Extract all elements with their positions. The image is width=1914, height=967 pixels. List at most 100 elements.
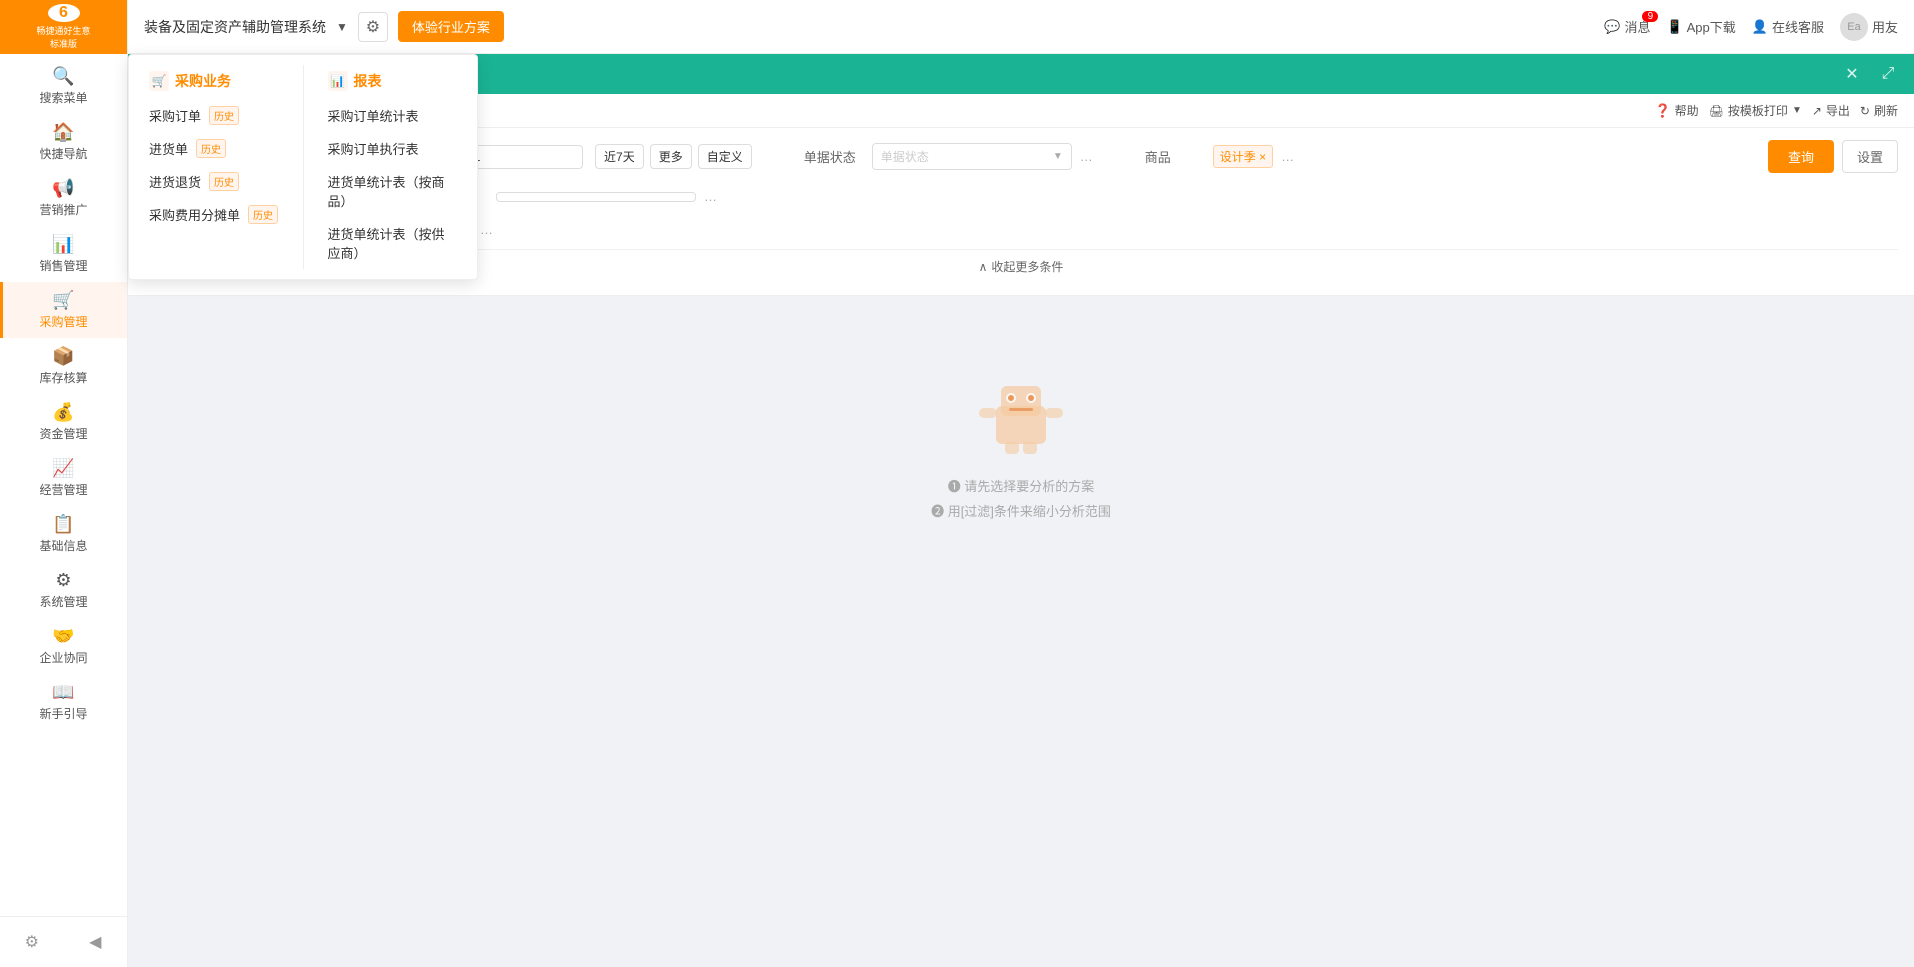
- purchase-order-exec-label: 采购订单执行表: [328, 139, 419, 158]
- filter-toolbar-right: ❓ 帮助 🖨 按模板打印 ▼ ↗ 导出 ↻ 刷新: [1654, 102, 1898, 119]
- finance-icon: 💰: [52, 402, 74, 423]
- dropdown-col-purchase: 🛒 采购业务 采购订单 历史 进货单 历史 进货退货 历史 采购费用分摊单 历史: [129, 65, 299, 269]
- sidebar-label-enterprise: 企业协同: [39, 649, 87, 666]
- sidebar: 6 畅捷通好生意 标准版 🔍 搜索菜单 🏠 快捷导航 📢 营销推广 📊 销售管理…: [0, 0, 128, 967]
- tabbar-right: ✕ ⤢: [1838, 60, 1914, 88]
- topbar-title: 装备及固定资产辅助管理系统: [144, 17, 326, 37]
- sidebar-item-enterprise[interactable]: 🤝 企业协同: [0, 618, 127, 674]
- return-label: 进货退货: [149, 172, 201, 191]
- goods-tag-design[interactable]: 设计季 ×: [1213, 145, 1273, 168]
- dropdown-divider: [303, 65, 304, 269]
- sales-icon: 📊: [52, 234, 74, 255]
- empty-hint2: ❷ 用[过滤]条件来缩小分析范围: [931, 501, 1111, 520]
- inbound-stats-supplier-label: 进货单统计表（按供应商）: [328, 224, 458, 262]
- sidebar-nav: 🔍 搜索菜单 🏠 快捷导航 📢 营销推广 📊 销售管理 🛒 采购管理 📦 库存核…: [0, 54, 127, 916]
- print-btn[interactable]: 🖨 按模板打印 ▼: [1709, 102, 1802, 119]
- guide-icon: 📖: [52, 682, 74, 703]
- sidebar-collapse-btn[interactable]: ◀: [80, 927, 110, 957]
- status-select[interactable]: 单据状态 ▼: [872, 143, 1072, 170]
- sidebar-item-finance[interactable]: 💰 资金管理: [0, 394, 127, 450]
- dropdown-purchase-order[interactable]: 采购订单 历史: [139, 99, 289, 132]
- dropdown-col-report: 📊 报表 采购订单统计表 采购订单执行表 进货单统计表（按商品） 进货单统计表（…: [308, 65, 478, 269]
- help-icon: ❓: [1654, 103, 1670, 119]
- print-arrow-icon: ▼: [1792, 105, 1802, 116]
- service-icon: 👤: [1752, 19, 1768, 35]
- sidebar-item-system[interactable]: ⚙ 系统管理: [0, 562, 127, 618]
- staff-select[interactable]: [496, 192, 696, 202]
- user-btn[interactable]: Ea 用友: [1840, 13, 1898, 41]
- quick-custom-btn[interactable]: 自定义: [698, 144, 752, 169]
- sidebar-item-sales[interactable]: 📊 销售管理: [0, 226, 127, 282]
- inbound-stats-goods-label: 进货单统计表（按商品）: [328, 172, 458, 210]
- basic-info-icon: 📋: [52, 514, 74, 535]
- app-download-btn[interactable]: 📱 App下载: [1666, 17, 1735, 36]
- sidebar-label-guide: 新手引导: [39, 705, 87, 722]
- customer-more-btn[interactable]: …: [480, 222, 493, 237]
- search-icon: 🔍: [52, 66, 74, 87]
- sidebar-item-basic-info[interactable]: 📋 基础信息: [0, 506, 127, 562]
- goods-label: 商品: [1145, 147, 1205, 166]
- user-avatar: Ea: [1840, 13, 1868, 41]
- quick-date-btns: 近7天 更多 自定义: [595, 144, 752, 169]
- help-btn[interactable]: ❓ 帮助: [1654, 102, 1698, 119]
- sidebar-item-search[interactable]: 🔍 搜索菜单: [0, 58, 127, 114]
- sidebar-settings-btn[interactable]: ⚙: [17, 927, 47, 957]
- status-more-btn[interactable]: …: [1080, 149, 1093, 164]
- print-icon: 🖨: [1709, 104, 1724, 118]
- industry-btn[interactable]: 体验行业方案: [398, 11, 504, 42]
- purchase-order-label: 采购订单: [149, 106, 201, 125]
- dropdown-return[interactable]: 进货退货 历史: [139, 165, 289, 198]
- sidebar-item-purchase[interactable]: 🛒 采购管理: [0, 282, 127, 338]
- dropdown-inbound-stats-supplier[interactable]: 进货单统计表（按供应商）: [318, 217, 468, 269]
- empty-state: ❶ 请先选择要分析的方案 ❷ 用[过滤]条件来缩小分析范围: [128, 296, 1914, 606]
- messages-btn[interactable]: 💬 消息 9: [1604, 17, 1650, 36]
- dropdown-expense[interactable]: 采购费用分摊单 历史: [139, 198, 289, 231]
- settings-btn[interactable]: 设置: [1842, 140, 1898, 173]
- message-icon: 💬: [1604, 19, 1620, 35]
- dropdown-inbound-stats-goods[interactable]: 进货单统计表（按商品）: [318, 165, 468, 217]
- online-service-btn[interactable]: 👤 在线客服: [1752, 17, 1824, 36]
- expense-label: 采购费用分摊单: [149, 205, 240, 224]
- report-col-title: 报表: [354, 71, 382, 91]
- collapse-icon: ∧: [979, 260, 988, 274]
- sidebar-item-marketing[interactable]: 📢 营销推广: [0, 170, 127, 226]
- quick-7days-btn[interactable]: 近7天: [595, 144, 644, 169]
- dropdown-purchase-order-stats[interactable]: 采购订单统计表: [318, 99, 468, 132]
- sidebar-item-guide[interactable]: 📖 新手引导: [0, 674, 127, 730]
- export-icon: ↗: [1812, 104, 1822, 118]
- tab-expand-btn[interactable]: ⤢: [1874, 60, 1902, 88]
- message-badge: 9: [1642, 11, 1658, 22]
- query-btn[interactable]: 查询: [1768, 140, 1834, 173]
- topbar-settings-btn[interactable]: ⚙: [358, 12, 388, 42]
- sidebar-label-system: 系统管理: [39, 593, 87, 610]
- topbar-right: 💬 消息 9 📱 App下载 👤 在线客服 Ea 用友: [1604, 13, 1898, 41]
- phone-icon: 📱: [1666, 19, 1682, 35]
- sidebar-item-quick-nav[interactable]: 🏠 快捷导航: [0, 114, 127, 170]
- quick-more-btn[interactable]: 更多: [650, 144, 692, 169]
- staff-more-btn[interactable]: …: [704, 189, 717, 204]
- dropdown-inbound[interactable]: 进货单 历史: [139, 132, 289, 165]
- dropdown-purchase-order-exec[interactable]: 采购订单执行表: [318, 132, 468, 165]
- sidebar-logo: 6 畅捷通好生意 标准版: [0, 0, 127, 54]
- goods-more-btn[interactable]: …: [1281, 149, 1294, 164]
- topbar-dropdown[interactable]: ▼: [336, 20, 348, 34]
- refresh-icon: ↻: [1860, 104, 1870, 118]
- dropdown-arrow-icon: ▼: [336, 20, 348, 34]
- empty-hint1: ❶ 请先选择要分析的方案: [948, 476, 1095, 495]
- logo-icon: 6: [48, 4, 80, 22]
- export-btn[interactable]: ↗ 导出: [1812, 102, 1850, 119]
- logo-text: 畅捷通好生意 标准版: [36, 24, 90, 50]
- hist-badge-2: 历史: [209, 172, 239, 191]
- sidebar-item-inventory[interactable]: 📦 库存核算: [0, 338, 127, 394]
- purchase-col-header: 🛒 采购业务: [139, 65, 289, 99]
- purchase-order-stats-label: 采购订单统计表: [328, 106, 419, 125]
- sidebar-label-operations: 经营管理: [39, 481, 87, 498]
- status-arrow-icon: ▼: [1053, 151, 1063, 162]
- sidebar-label-finance: 资金管理: [39, 425, 87, 442]
- sidebar-label-purchase: 采购管理: [39, 313, 87, 330]
- sidebar-item-operations[interactable]: 📈 经营管理: [0, 450, 127, 506]
- refresh-btn[interactable]: ↻ 刷新: [1860, 102, 1898, 119]
- purchase-icon: 🛒: [52, 290, 74, 311]
- tab-close-all-btn[interactable]: ✕: [1838, 60, 1866, 88]
- empty-icon: [971, 376, 1071, 456]
